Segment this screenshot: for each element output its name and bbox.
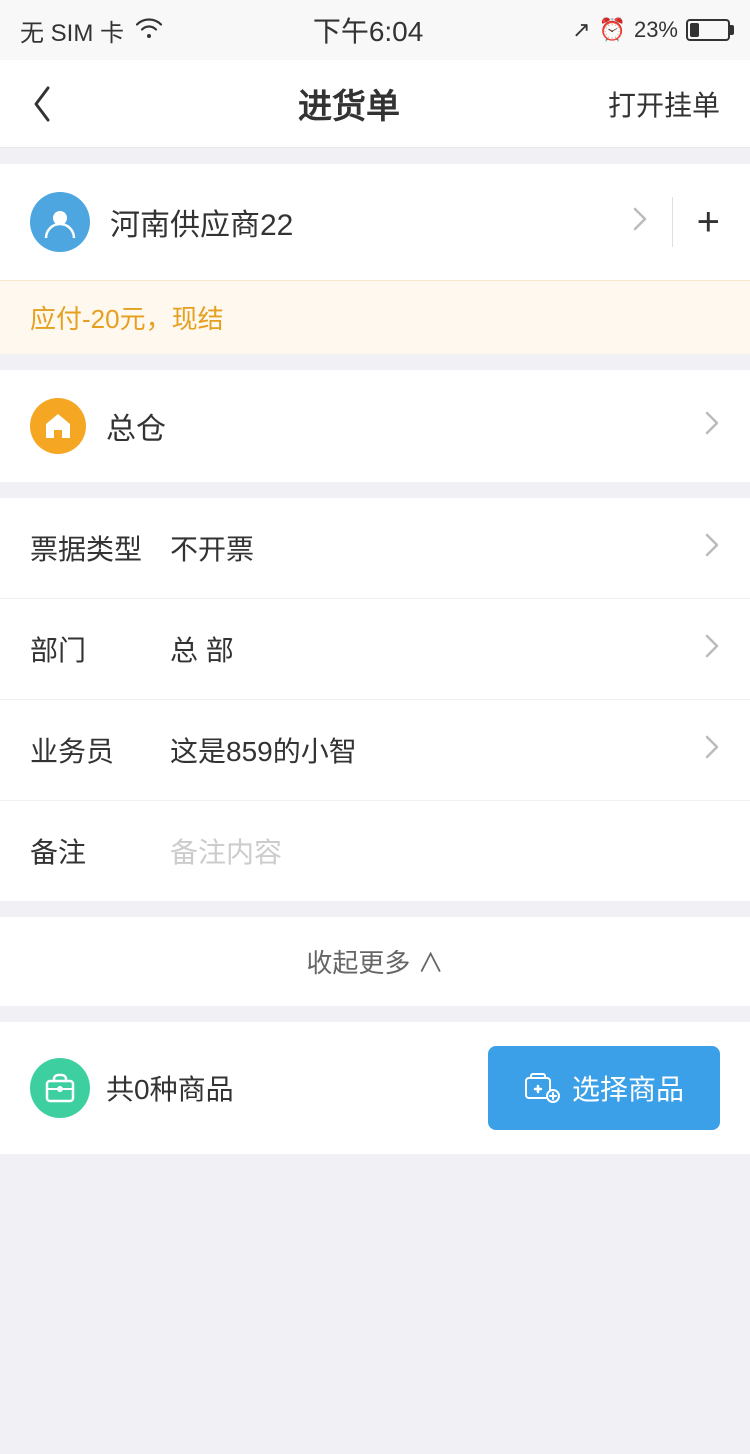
salesperson-value: 这是859的小智 — [170, 730, 704, 770]
battery-icon — [686, 19, 730, 41]
back-button[interactable] — [30, 84, 90, 124]
nav-bar: 进货单 打开挂单 — [0, 60, 750, 148]
supplier-row[interactable]: 河南供应商22 + — [0, 164, 750, 280]
notice-text: 应付-20元，现结 — [30, 304, 224, 334]
warehouse-icon — [30, 398, 86, 454]
remark-row[interactable]: 备注 备注内容 — [0, 801, 750, 901]
salesperson-chevron-icon — [704, 734, 720, 767]
open-pending-button[interactable]: 打开挂单 — [608, 84, 720, 124]
battery-percent: 23% — [634, 17, 678, 43]
warehouse-section: 总仓 — [0, 370, 750, 482]
bottom-bar: 共0种商品 选择商品 — [0, 1022, 750, 1154]
carrier-label: 无 SIM 卡 — [20, 13, 124, 48]
supplier-chevron-icon — [632, 206, 648, 239]
status-left: 无 SIM 卡 — [20, 13, 164, 48]
invoice-type-value: 不开票 — [170, 528, 704, 568]
select-product-label: 选择商品 — [572, 1068, 684, 1108]
department-value: 总 部 — [170, 629, 704, 669]
warehouse-chevron-icon — [704, 410, 720, 443]
wifi-icon — [134, 16, 164, 44]
status-time: 下午6:04 — [313, 10, 424, 50]
notice-bar: 应付-20元，现结 — [0, 280, 750, 354]
remark-label: 备注 — [30, 831, 170, 871]
add-supplier-button[interactable]: + — [697, 202, 720, 242]
status-bar: 无 SIM 卡 下午6:04 ↗ ⏰ 23% — [0, 0, 750, 60]
section-gap-1 — [0, 148, 750, 164]
supplier-section: 河南供应商22 + 应付-20元，现结 — [0, 164, 750, 354]
collapse-label: 收起更多 ∧ — [306, 948, 443, 978]
department-label: 部门 — [30, 629, 170, 669]
product-count-text: 共0种商品 — [106, 1068, 234, 1108]
department-chevron-icon — [704, 633, 720, 666]
product-icon — [30, 1058, 90, 1118]
department-row[interactable]: 部门 总 部 — [0, 599, 750, 700]
salesperson-label: 业务员 — [30, 730, 170, 770]
warehouse-name: 总仓 — [106, 404, 704, 448]
salesperson-row[interactable]: 业务员 这是859的小智 — [0, 700, 750, 801]
vertical-divider — [672, 197, 673, 247]
remark-placeholder: 备注内容 — [170, 831, 720, 871]
invoice-type-row[interactable]: 票据类型 不开票 — [0, 498, 750, 599]
warehouse-row[interactable]: 总仓 — [0, 370, 750, 482]
supplier-name: 河南供应商22 — [110, 200, 632, 244]
page-background — [0, 1154, 750, 1454]
invoice-type-chevron-icon — [704, 532, 720, 565]
product-count-wrap: 共0种商品 — [30, 1058, 234, 1118]
location-icon: ↗ — [572, 17, 590, 43]
form-section: 票据类型 不开票 部门 总 部 业务员 这是859的小智 备注 备注内容 — [0, 498, 750, 901]
alarm-icon: ⏰ — [599, 17, 626, 43]
status-right: ↗ ⏰ 23% — [572, 17, 730, 43]
collapse-button[interactable]: 收起更多 ∧ — [0, 917, 750, 1006]
invoice-type-label: 票据类型 — [30, 528, 170, 568]
supplier-avatar — [30, 192, 90, 252]
page-title: 进货单 — [298, 79, 400, 128]
select-product-button[interactable]: 选择商品 — [488, 1046, 720, 1130]
